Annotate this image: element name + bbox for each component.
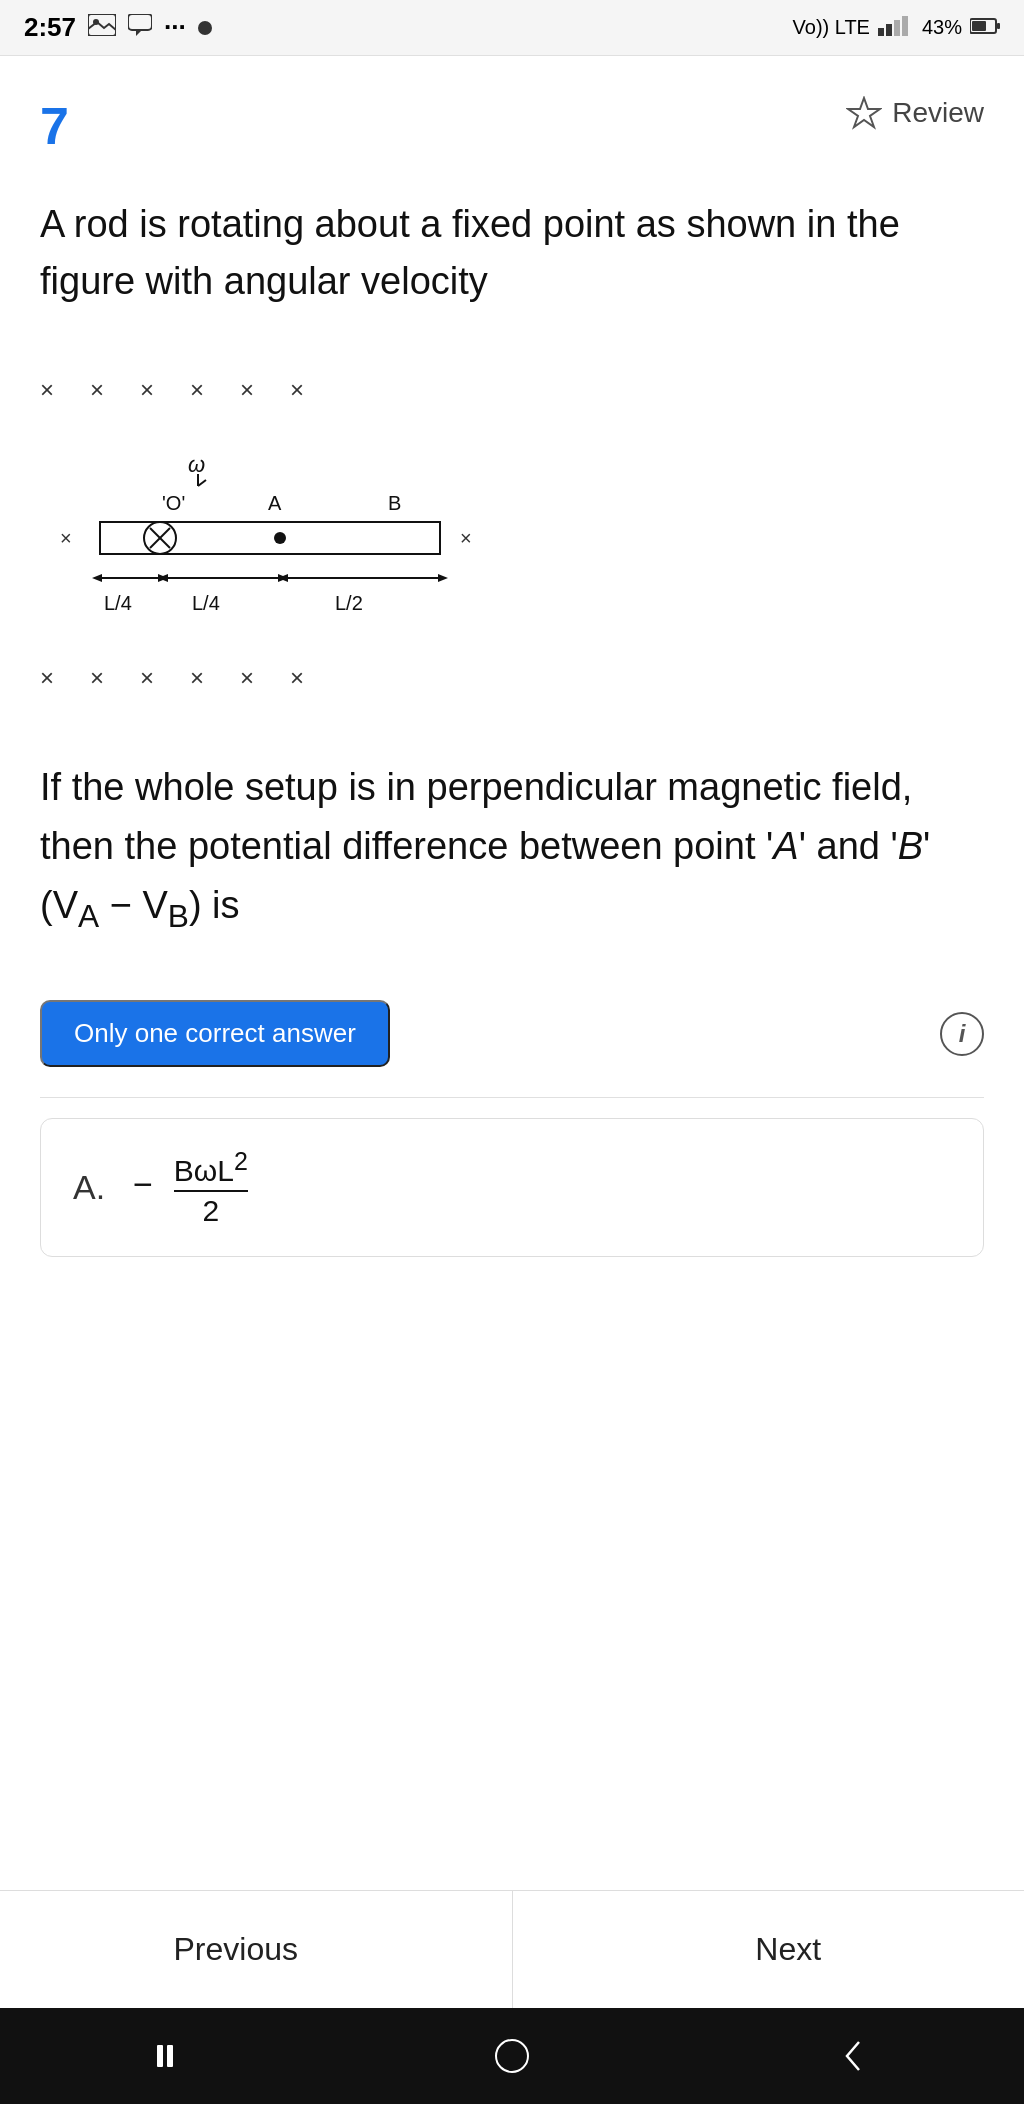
review-label: Review <box>892 97 984 129</box>
status-left: 2:57 ··· <box>24 12 212 43</box>
home-icon[interactable] <box>482 2026 542 2086</box>
review-button[interactable]: Review <box>846 96 984 130</box>
svg-marker-10 <box>848 98 880 127</box>
status-bar: 2:57 ··· Vo)) LTE 43% <box>0 0 1024 56</box>
bottom-nav <box>0 2008 1024 2104</box>
svg-text:×: × <box>460 527 472 549</box>
chat-icon <box>128 12 152 43</box>
answer-options: A. − BωL2 2 <box>40 1118 984 1257</box>
menu-icon[interactable] <box>141 2026 201 2086</box>
svg-marker-32 <box>438 574 448 582</box>
svg-text:L/4: L/4 <box>192 592 220 614</box>
battery-icon <box>970 15 1000 41</box>
svg-rect-9 <box>997 23 1000 29</box>
svg-text:'O': 'O' <box>162 492 185 514</box>
previous-button[interactable]: Previous <box>0 1891 513 2008</box>
diagram-container: ×××××× ω 'O' A B × × <box>40 350 984 718</box>
svg-point-22 <box>274 532 286 544</box>
status-right: Vo)) LTE 43% <box>793 14 1000 42</box>
signal-text: Vo)) LTE <box>793 16 870 39</box>
answer-option-a[interactable]: A. − BωL2 2 <box>40 1118 984 1257</box>
svg-text:L/4: L/4 <box>104 592 132 614</box>
question-header: 7 Review <box>40 96 984 156</box>
svg-marker-25 <box>92 574 102 582</box>
question-number: 7 <box>40 96 69 156</box>
svg-line-13 <box>198 480 206 486</box>
status-dot <box>198 21 212 35</box>
info-icon[interactable]: i <box>940 1012 984 1056</box>
back-icon[interactable] <box>823 2026 883 2086</box>
svg-text:L/2: L/2 <box>335 592 363 614</box>
svg-rect-4 <box>886 24 892 36</box>
x-marks-top: ×××××× <box>40 376 984 404</box>
svg-rect-37 <box>167 2045 173 2067</box>
physics-diagram: ω 'O' A B × × <box>40 410 520 670</box>
answer-type-section: Only one correct answer i <box>40 1000 984 1067</box>
nav-buttons: Previous Next <box>0 1890 1024 2008</box>
battery-display: 43% <box>922 16 962 39</box>
svg-rect-3 <box>878 28 884 36</box>
more-icon: ··· <box>164 12 186 43</box>
sub-question-text: If the whole setup is in perpendicular m… <box>40 758 984 940</box>
gallery-icon <box>88 12 116 43</box>
divider <box>40 1097 984 1098</box>
question-text: A rod is rotating about a fixed point as… <box>40 196 984 310</box>
svg-point-38 <box>496 2040 528 2072</box>
main-content: 7 Review A rod is rotating about a fixed… <box>0 56 1024 1890</box>
svg-rect-6 <box>902 16 908 36</box>
svg-rect-2 <box>128 14 152 30</box>
answer-type-badge[interactable]: Only one correct answer <box>40 1000 390 1067</box>
time-display: 2:57 <box>24 12 76 43</box>
signal-bars <box>878 14 914 42</box>
svg-text:A: A <box>268 492 282 514</box>
svg-text:×: × <box>60 527 72 549</box>
option-label-a: A. <box>73 1168 113 1207</box>
option-formula-a: − BωL2 2 <box>133 1147 250 1228</box>
fraction-a: BωL2 2 <box>174 1147 248 1228</box>
svg-rect-8 <box>972 21 986 31</box>
svg-text:ω: ω <box>188 452 205 477</box>
svg-text:B: B <box>388 492 401 514</box>
svg-rect-36 <box>157 2045 163 2067</box>
svg-rect-5 <box>894 20 900 36</box>
next-button[interactable]: Next <box>513 1891 1025 2008</box>
